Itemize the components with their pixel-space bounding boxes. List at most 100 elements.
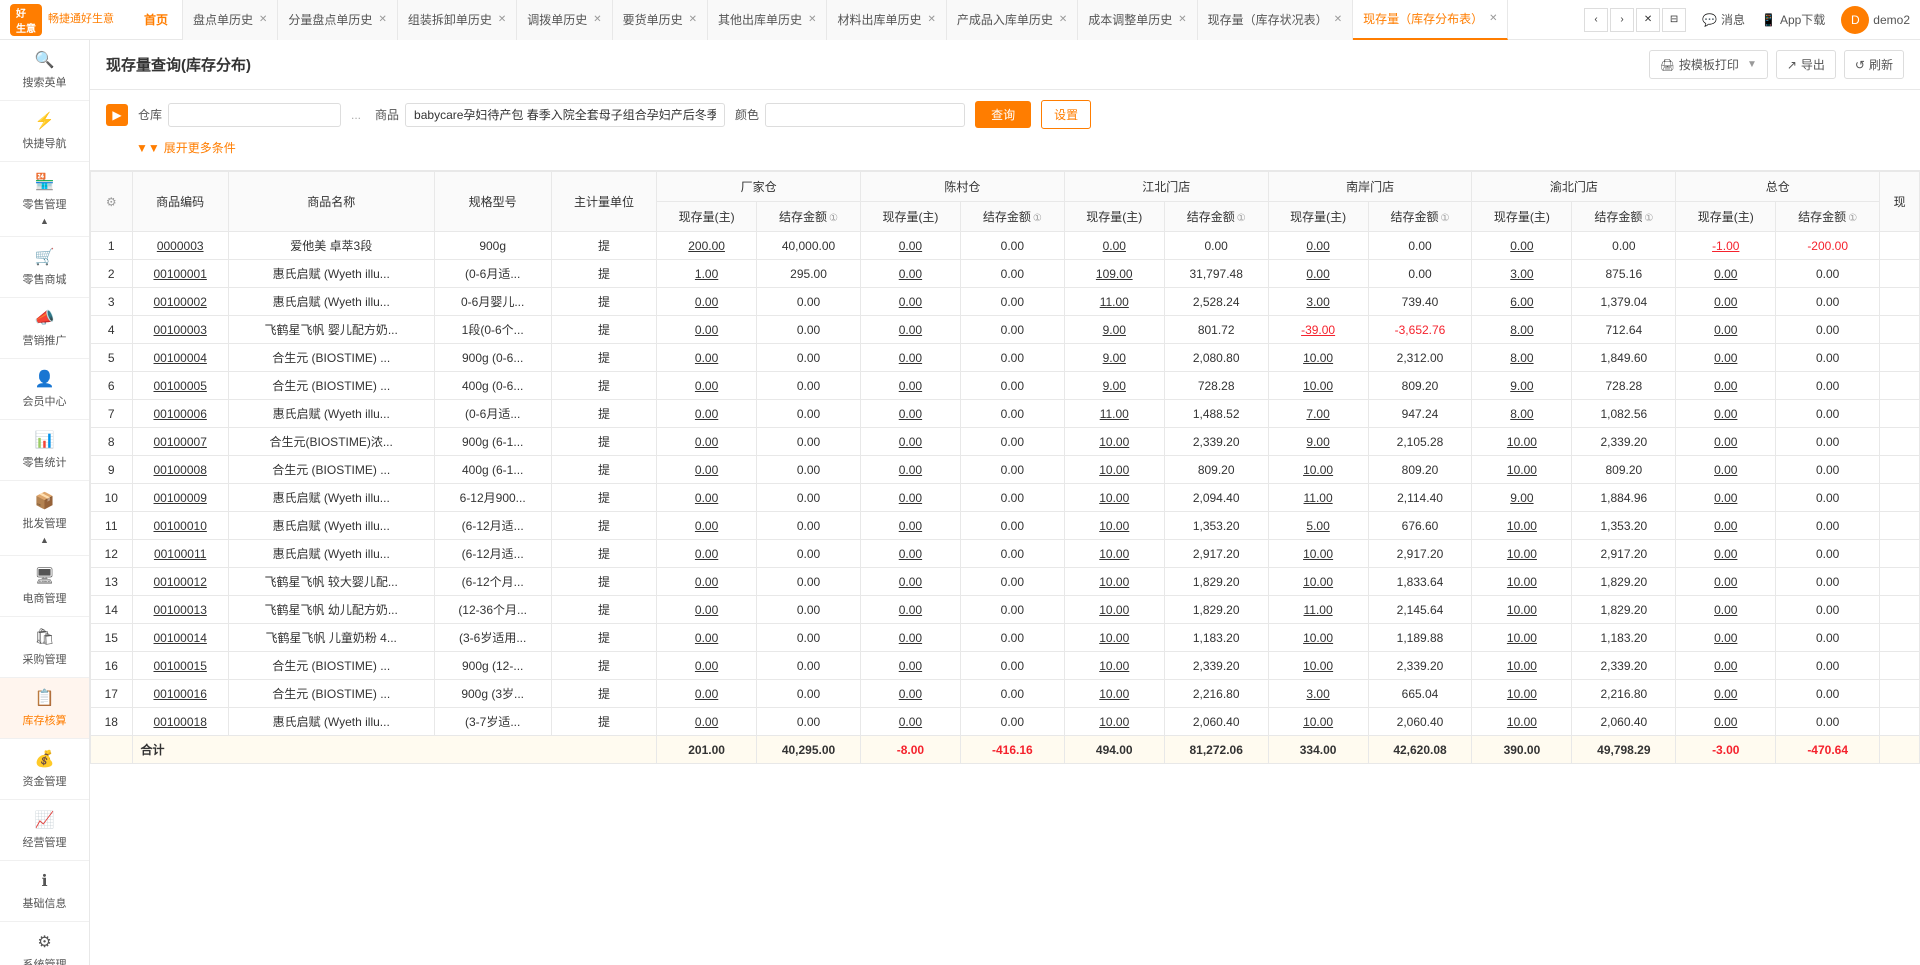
row-cc-qty[interactable]: 0.00 <box>861 540 961 568</box>
row-na-qty[interactable]: 10.00 <box>1268 624 1368 652</box>
goods-input[interactable] <box>405 103 725 127</box>
row-yb-qty[interactable]: 0.00 <box>1472 232 1572 260</box>
message-btn[interactable]: 💬 消息 <box>1702 11 1745 28</box>
tab-close[interactable]: ✕ <box>1178 14 1186 25</box>
row-na-qty[interactable]: 10.00 <box>1268 652 1368 680</box>
row-zc-qty[interactable]: 0.00 <box>1676 400 1776 428</box>
row-cf-qty[interactable]: 200.00 <box>657 232 757 260</box>
row-jb-qty[interactable]: 10.00 <box>1064 680 1164 708</box>
row-zc-qty[interactable]: 0.00 <box>1676 428 1776 456</box>
row-zc-qty[interactable]: 0.00 <box>1676 372 1776 400</box>
tab-item-6[interactable]: 材料出库单历史✕ <box>827 0 946 40</box>
row-cf-qty[interactable]: 0.00 <box>657 708 757 736</box>
row-na-qty[interactable]: 3.00 <box>1268 288 1368 316</box>
row-cc-qty[interactable]: 0.00 <box>861 428 961 456</box>
row-cc-qty[interactable]: 0.00 <box>861 400 961 428</box>
row-cc-qty[interactable]: 0.00 <box>861 372 961 400</box>
row-cf-qty[interactable]: 0.00 <box>657 288 757 316</box>
row-zc-qty[interactable]: 0.00 <box>1676 596 1776 624</box>
row-jb-qty[interactable]: 10.00 <box>1064 596 1164 624</box>
row-code[interactable]: 00100010 <box>132 512 228 540</box>
sidebar-item-8[interactable]: 🖥 电商管理 <box>0 556 89 617</box>
row-jb-qty[interactable]: 10.00 <box>1064 456 1164 484</box>
row-yb-qty[interactable]: 8.00 <box>1472 344 1572 372</box>
row-code[interactable]: 00100003 <box>132 316 228 344</box>
row-code[interactable]: 0000003 <box>132 232 228 260</box>
row-jb-qty[interactable]: 10.00 <box>1064 708 1164 736</box>
row-cf-qty[interactable]: 1.00 <box>657 260 757 288</box>
row-na-qty[interactable]: 3.00 <box>1268 680 1368 708</box>
sidebar-item-9[interactable]: 🛍 采购管理 <box>0 617 89 678</box>
row-cf-qty[interactable]: 0.00 <box>657 540 757 568</box>
tab-item-7[interactable]: 产成品入库单历史✕ <box>947 0 1078 40</box>
row-cc-qty[interactable]: 0.00 <box>861 708 961 736</box>
row-zc-qty[interactable]: 0.00 <box>1676 484 1776 512</box>
row-cc-qty[interactable]: 0.00 <box>861 456 961 484</box>
row-yb-qty[interactable]: 10.00 <box>1472 596 1572 624</box>
row-na-qty[interactable]: 0.00 <box>1268 260 1368 288</box>
tab-item-10[interactable]: 现存量（库存分布表）✕ <box>1353 0 1508 40</box>
sidebar-item-7[interactable]: 📦 批发管理 ▲ <box>0 481 89 556</box>
row-cc-qty[interactable]: 0.00 <box>861 484 961 512</box>
row-na-qty[interactable]: -39.00 <box>1268 316 1368 344</box>
row-code[interactable]: 00100016 <box>132 680 228 708</box>
sidebar-item-11[interactable]: 💰 资金管理 <box>0 739 89 800</box>
row-code[interactable]: 00100015 <box>132 652 228 680</box>
tab-item-1[interactable]: 分量盘点单历史✕ <box>278 0 397 40</box>
row-code[interactable]: 00100002 <box>132 288 228 316</box>
row-cc-qty[interactable]: 0.00 <box>861 344 961 372</box>
row-zc-qty[interactable]: 0.00 <box>1676 708 1776 736</box>
row-yb-qty[interactable]: 8.00 <box>1472 316 1572 344</box>
row-na-qty[interactable]: 10.00 <box>1268 456 1368 484</box>
row-cc-qty[interactable]: 0.00 <box>861 624 961 652</box>
row-zc-qty[interactable]: 0.00 <box>1676 456 1776 484</box>
row-jb-qty[interactable]: 0.00 <box>1064 232 1164 260</box>
row-code[interactable]: 00100005 <box>132 372 228 400</box>
row-cc-qty[interactable]: 0.00 <box>861 316 961 344</box>
row-na-qty[interactable]: 7.00 <box>1268 400 1368 428</box>
tab-close[interactable]: ✕ <box>1489 13 1497 24</box>
sidebar-item-1[interactable]: ⚡ 快捷导航 <box>0 101 89 162</box>
tab-close[interactable]: ✕ <box>808 14 816 25</box>
row-zc-qty[interactable]: 0.00 <box>1676 568 1776 596</box>
tab-close[interactable]: ✕ <box>689 14 697 25</box>
row-cf-qty[interactable]: 0.00 <box>657 596 757 624</box>
row-na-qty[interactable]: 10.00 <box>1268 372 1368 400</box>
row-yb-qty[interactable]: 10.00 <box>1472 708 1572 736</box>
setting-button[interactable]: 设置 <box>1041 100 1091 129</box>
tab-home[interactable]: 首页 <box>130 0 183 40</box>
tab-close[interactable]: ✕ <box>498 14 506 25</box>
tab-close[interactable]: ✕ <box>378 14 386 25</box>
row-jb-qty[interactable]: 11.00 <box>1064 288 1164 316</box>
tab-close[interactable]: ✕ <box>1059 14 1067 25</box>
tab-close[interactable]: ✕ <box>927 14 935 25</box>
row-na-qty[interactable]: 5.00 <box>1268 512 1368 540</box>
tab-item-9[interactable]: 现存量（库存状况表）✕ <box>1198 0 1353 40</box>
tab-close[interactable]: ✕ <box>593 14 601 25</box>
row-zc-qty[interactable]: 0.00 <box>1676 540 1776 568</box>
row-code[interactable]: 00100009 <box>132 484 228 512</box>
expand-more[interactable]: ▼▼ 展开更多条件 <box>136 135 1904 160</box>
sidebar-item-6[interactable]: 📊 零售统计 <box>0 420 89 481</box>
row-zc-qty[interactable]: 0.00 <box>1676 652 1776 680</box>
row-jb-qty[interactable]: 10.00 <box>1064 568 1164 596</box>
user-menu[interactable]: D demo2 <box>1841 6 1910 34</box>
row-na-qty[interactable]: 10.00 <box>1268 568 1368 596</box>
row-jb-qty[interactable]: 9.00 <box>1064 316 1164 344</box>
sidebar-item-13[interactable]: ℹ 基础信息 <box>0 861 89 922</box>
row-na-qty[interactable]: 10.00 <box>1268 344 1368 372</box>
tab-prev-btn[interactable]: ‹ <box>1584 8 1608 32</box>
row-yb-qty[interactable]: 10.00 <box>1472 428 1572 456</box>
row-zc-qty[interactable]: 0.00 <box>1676 624 1776 652</box>
row-cf-qty[interactable]: 0.00 <box>657 344 757 372</box>
row-jb-qty[interactable]: 9.00 <box>1064 372 1164 400</box>
row-code[interactable]: 00100014 <box>132 624 228 652</box>
row-na-qty[interactable]: 11.00 <box>1268 596 1368 624</box>
row-cf-qty[interactable]: 0.00 <box>657 680 757 708</box>
sidebar-item-10[interactable]: 📋 库存核算 <box>0 678 89 739</box>
sidebar-item-2[interactable]: 🏪 零售管理 ▲ <box>0 162 89 237</box>
tab-next-btn[interactable]: › <box>1610 8 1634 32</box>
row-code[interactable]: 00100012 <box>132 568 228 596</box>
export-btn[interactable]: ↗ 导出 <box>1776 50 1836 79</box>
app-download-btn[interactable]: 📱 App下载 <box>1761 11 1825 28</box>
